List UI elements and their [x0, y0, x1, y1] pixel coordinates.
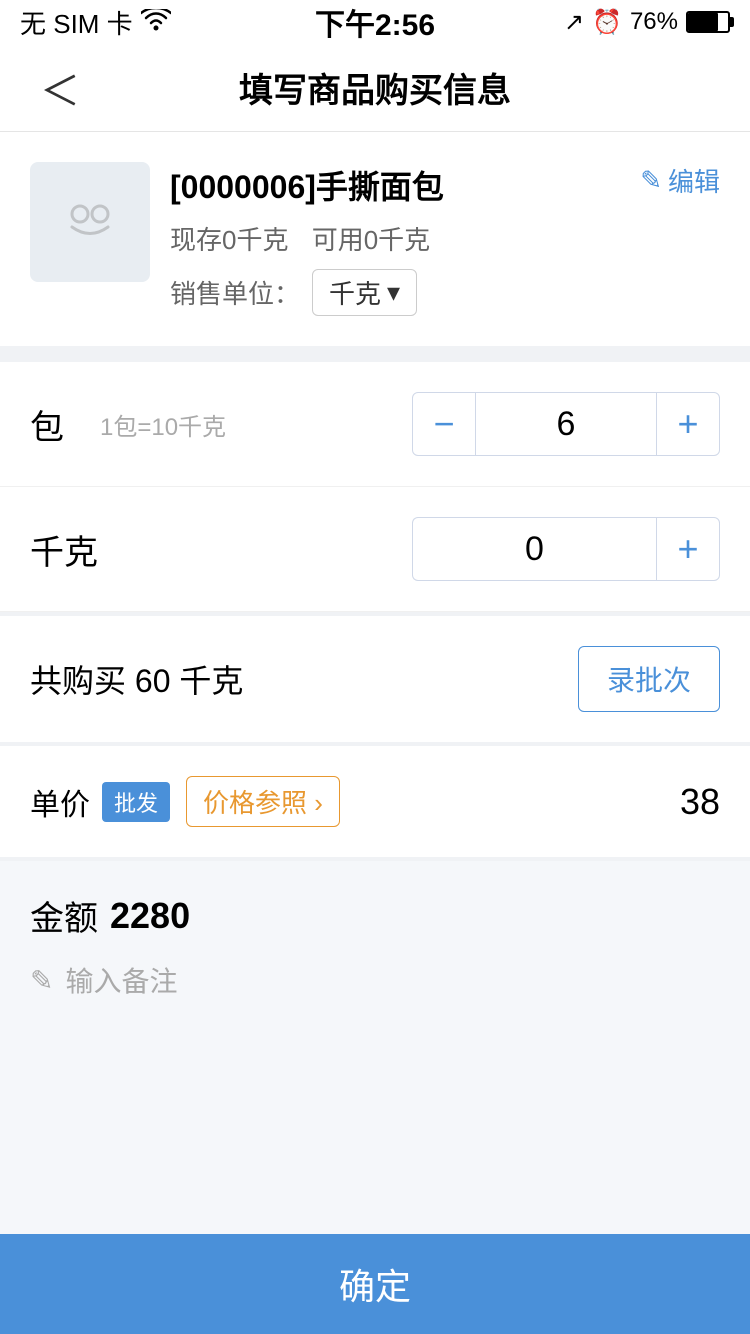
edit-label: 编辑	[668, 162, 720, 199]
amount-row: 金额 2280	[30, 891, 720, 940]
unit-label: 销售单位：	[170, 274, 300, 311]
product-card: [0000006]手撕面包 ✎ 编辑 现存0千克 可用0千克 销售单位： 千克 …	[0, 132, 750, 346]
wifi-icon	[141, 7, 171, 38]
edit-icon: ✎	[640, 165, 662, 196]
carrier-label: 无 SIM 卡	[20, 4, 133, 41]
qty-hint-bao: 1包=10千克	[100, 407, 226, 442]
remark-row[interactable]: ✎ 输入备注	[30, 960, 720, 1000]
qty-controls-bao: − +	[412, 392, 720, 456]
available-label: 可用0千克	[312, 225, 430, 255]
price-tag: 批发	[102, 782, 170, 822]
qty-input-bao[interactable]	[476, 392, 656, 456]
qty-minus-bao[interactable]: −	[412, 392, 476, 456]
location-icon: ↗	[564, 8, 584, 37]
confirm-button[interactable]: 确定	[0, 1234, 750, 1334]
status-left: 无 SIM 卡	[20, 4, 171, 41]
status-time: 下午2:56	[315, 0, 435, 44]
qty-label-bao: 包	[30, 400, 90, 449]
quantity-row-bao: 包 1包=10千克 − +	[0, 362, 750, 487]
price-label: 单价	[30, 780, 90, 824]
product-info: [0000006]手撕面包 ✎ 编辑 现存0千克 可用0千克 销售单位： 千克 …	[170, 162, 720, 316]
stock-label: 现存0千克	[170, 225, 288, 255]
price-ref-button[interactable]: 价格参照 ›	[186, 776, 340, 827]
alarm-icon: ⏰	[592, 8, 622, 37]
qty-plus-kg[interactable]: +	[656, 517, 720, 581]
battery-icon	[686, 11, 730, 33]
nav-bar: ＜ 填写商品购买信息	[0, 44, 750, 132]
qty-plus-bao[interactable]: +	[656, 392, 720, 456]
quantity-row-kg: 千克 +	[0, 487, 750, 612]
battery-label: 76%	[630, 8, 678, 36]
amount-value: 2280	[110, 895, 190, 937]
price-ref-label: 价格参照 ›	[203, 783, 323, 820]
amount-section: 金额 2280 ✎ 输入备注	[0, 861, 750, 1234]
price-value: 38	[680, 781, 720, 823]
unit-select[interactable]: 千克 ▾	[312, 269, 417, 316]
remark-icon: ✎	[30, 964, 53, 997]
unit-value: 千克	[329, 274, 381, 311]
status-bar: 无 SIM 卡 下午2:56 ↗ ⏰ 76%	[0, 0, 750, 44]
edit-button[interactable]: ✎ 编辑	[640, 162, 720, 199]
summary-text: 共购买 60 千克	[30, 656, 578, 702]
product-image	[30, 162, 150, 282]
qty-label-kg: 千克	[30, 525, 98, 574]
batch-button[interactable]: 录批次	[578, 646, 720, 712]
product-name: [0000006]手撕面包	[170, 162, 444, 208]
page-title: 填写商品购买信息	[239, 63, 511, 112]
product-stock: 现存0千克 可用0千克	[170, 220, 720, 257]
product-unit-row: 销售单位： 千克 ▾	[170, 269, 720, 316]
summary-row: 共购买 60 千克 录批次	[0, 616, 750, 742]
price-section: 单价 批发 价格参照 › 38	[0, 746, 750, 857]
remark-placeholder: 输入备注	[65, 960, 177, 1000]
back-button[interactable]: ＜	[30, 49, 90, 127]
qty-input-kg[interactable]	[412, 517, 656, 581]
amount-label: 金额	[30, 891, 98, 940]
quantity-section: 包 1包=10千克 − + 千克 +	[0, 362, 750, 612]
qty-controls-kg: +	[412, 517, 720, 581]
dropdown-icon: ▾	[387, 277, 400, 308]
status-right: ↗ ⏰ 76%	[564, 8, 730, 37]
